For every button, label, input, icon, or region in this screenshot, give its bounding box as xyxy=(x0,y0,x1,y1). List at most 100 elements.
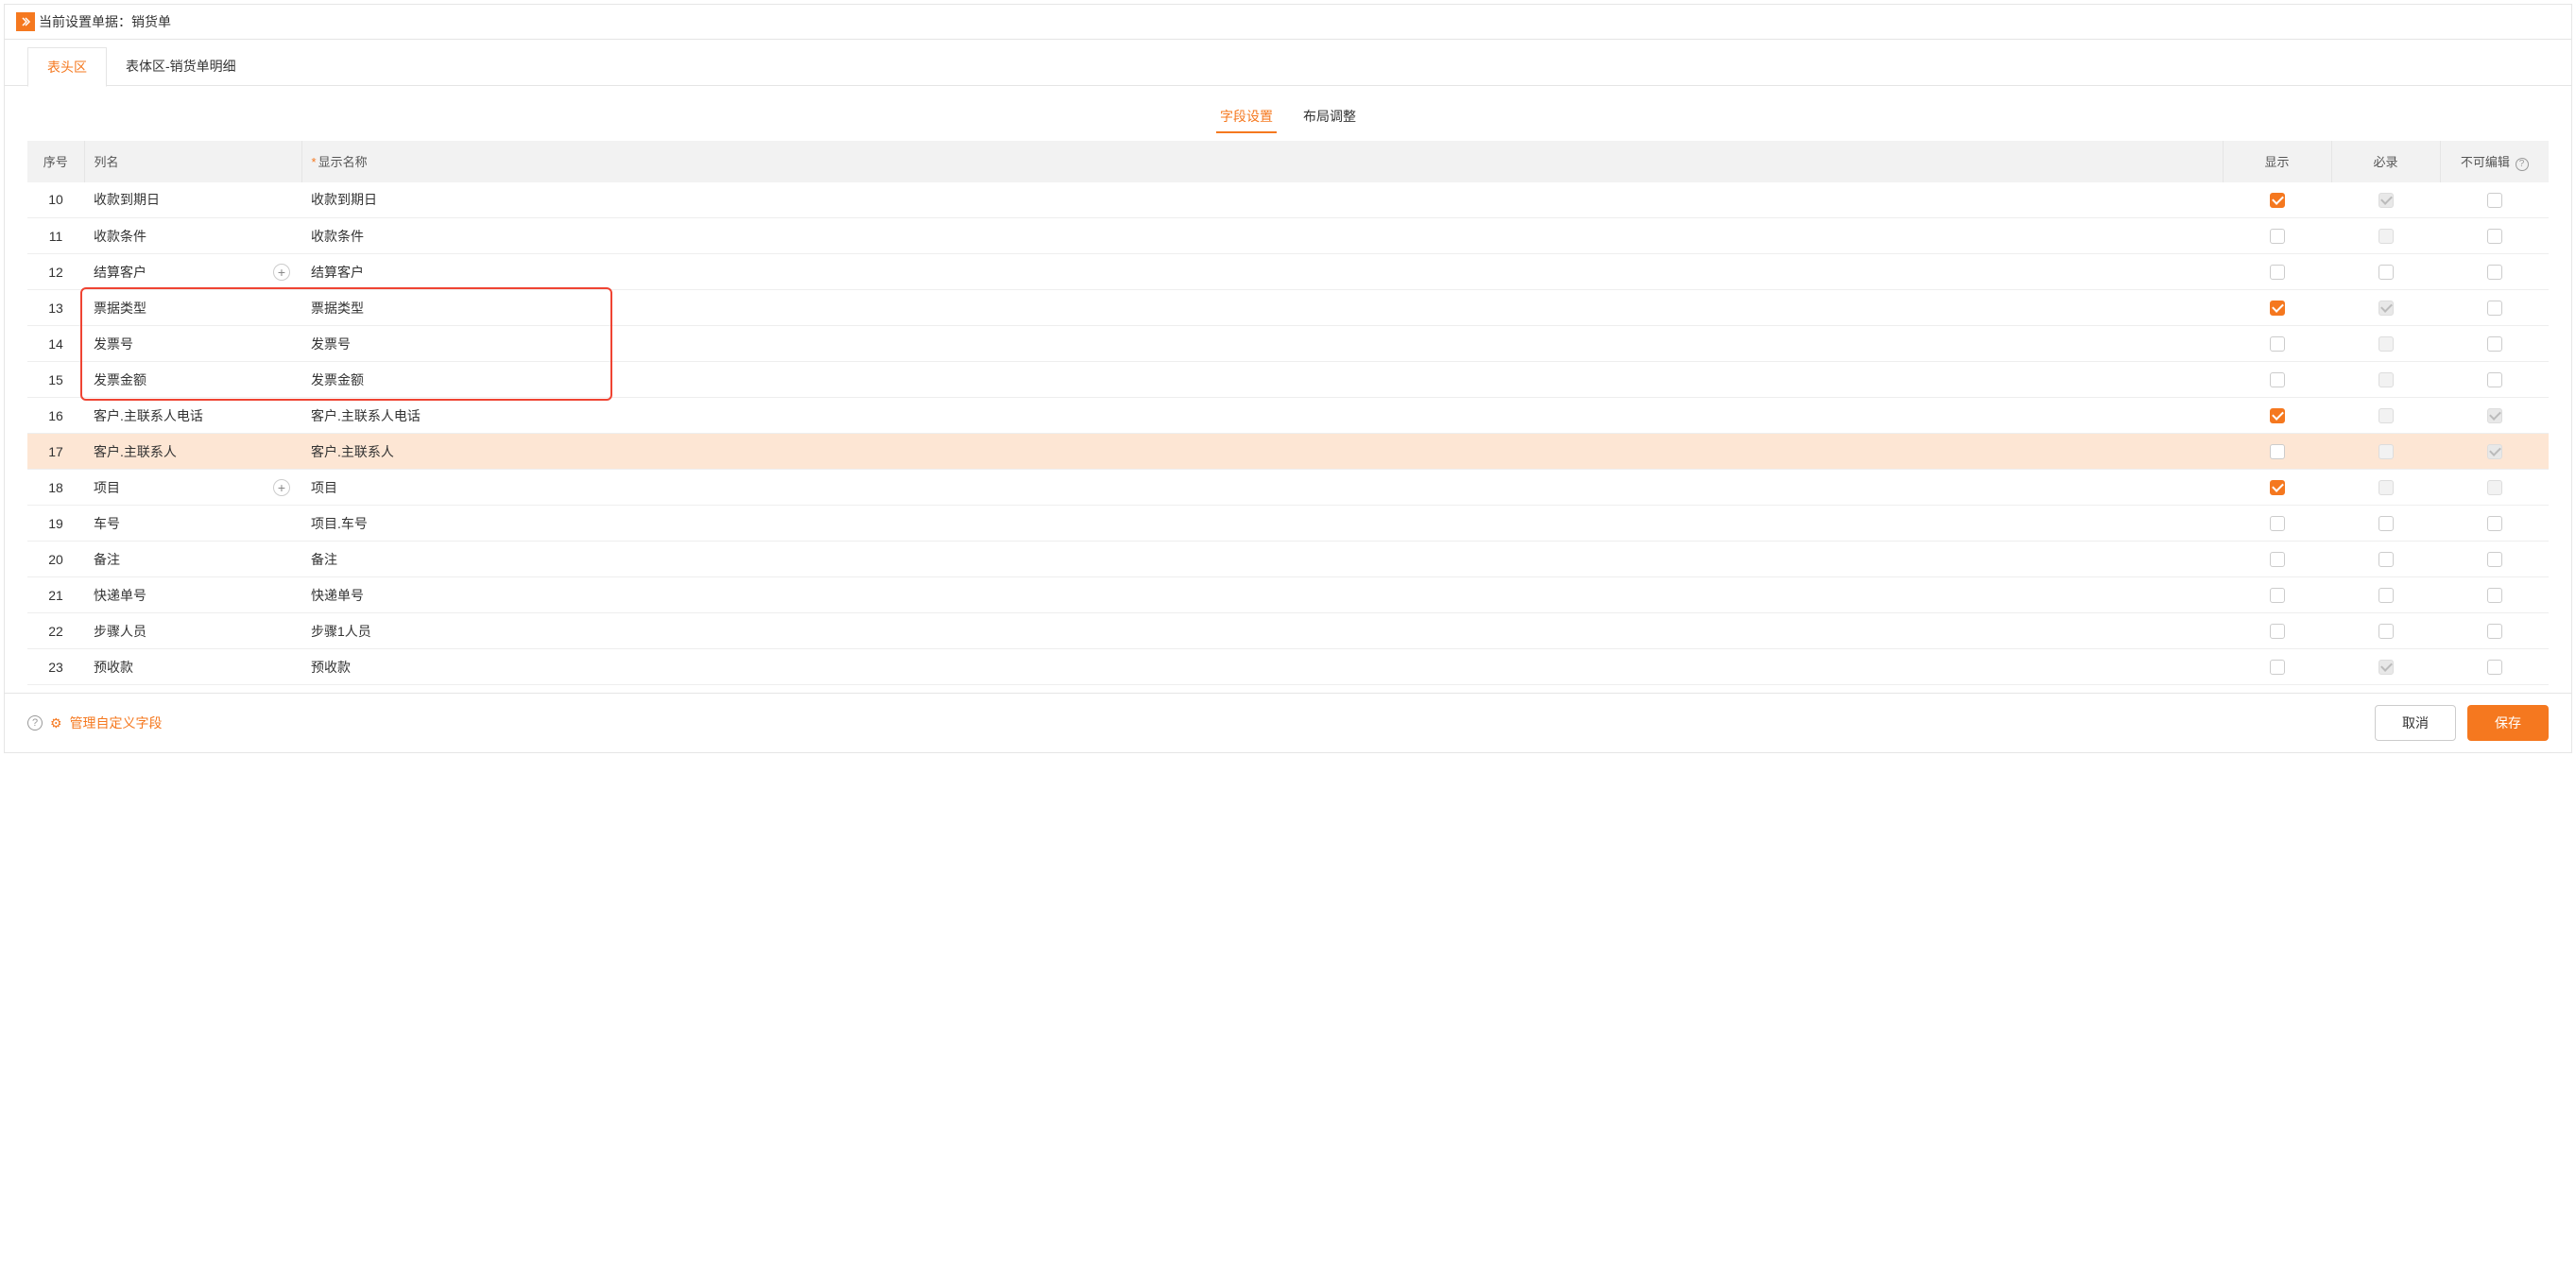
tab-0[interactable]: 表头区 xyxy=(27,47,107,87)
required-checkbox[interactable] xyxy=(2379,265,2394,280)
row-col-name: 收款条件 xyxy=(84,218,301,254)
help-icon[interactable]: ? xyxy=(2516,158,2529,171)
row-seq: 11 xyxy=(27,218,84,254)
save-button[interactable]: 保存 xyxy=(2467,705,2549,741)
not-editable-checkbox[interactable] xyxy=(2487,588,2502,603)
row-display-name[interactable]: 项目 xyxy=(301,470,2223,506)
show-checkbox[interactable] xyxy=(2270,516,2285,531)
show-checkbox[interactable] xyxy=(2270,660,2285,675)
required-checkbox xyxy=(2379,480,2394,495)
row-seq: 14 xyxy=(27,326,84,362)
expand-toggle-icon[interactable] xyxy=(16,12,35,31)
table-row: 15发票金额发票金额 xyxy=(27,362,2549,398)
row-seq: 19 xyxy=(27,506,84,541)
table-row: 23预收款预收款 xyxy=(27,649,2549,685)
row-col-name: 预收款 xyxy=(84,649,301,685)
show-checkbox[interactable] xyxy=(2270,229,2285,244)
show-checkbox[interactable] xyxy=(2270,408,2285,423)
row-col-name: 快递单号 xyxy=(84,577,301,613)
page-title: 当前设置单据：销货单 xyxy=(39,12,171,31)
plus-icon[interactable]: + xyxy=(273,479,290,496)
table-row: 16客户.主联系人电话客户.主联系人电话 xyxy=(27,398,2549,434)
row-seq: 18 xyxy=(27,470,84,506)
not-editable-checkbox[interactable] xyxy=(2487,660,2502,675)
not-editable-checkbox xyxy=(2487,408,2502,423)
required-checkbox[interactable] xyxy=(2379,516,2394,531)
row-col-name: 票据类型 xyxy=(84,290,301,326)
row-display-name[interactable]: 项目.车号 xyxy=(301,506,2223,541)
row-display-name[interactable]: 发票号 xyxy=(301,326,2223,362)
sub-tabs: 字段设置布局调整 xyxy=(5,86,2571,141)
row-display-name[interactable]: 步骤1人员 xyxy=(301,613,2223,649)
row-display-name[interactable]: 备注 xyxy=(301,541,2223,577)
row-display-name[interactable]: 客户.主联系人电话 xyxy=(301,398,2223,434)
show-checkbox[interactable] xyxy=(2270,480,2285,495)
row-seq: 12 xyxy=(27,254,84,290)
not-editable-checkbox[interactable] xyxy=(2487,372,2502,387)
config-panel: 当前设置单据：销货单 表头区表体区-销货单明细 字段设置布局调整 序号 列名 *… xyxy=(4,4,2572,753)
row-col-name: 项目+ xyxy=(84,470,301,506)
gear-icon: ⚙ xyxy=(50,715,62,731)
row-display-name[interactable]: 发票金额 xyxy=(301,362,2223,398)
not-editable-checkbox[interactable] xyxy=(2487,301,2502,316)
table-row: 22步骤人员步骤1人员 xyxy=(27,613,2549,649)
row-display-name[interactable]: 快递单号 xyxy=(301,577,2223,613)
not-editable-checkbox[interactable] xyxy=(2487,265,2502,280)
table-row: 18项目+项目 xyxy=(27,470,2549,506)
show-checkbox[interactable] xyxy=(2270,552,2285,567)
header-bar: 当前设置单据：销货单 xyxy=(5,5,2571,40)
row-seq: 15 xyxy=(27,362,84,398)
row-seq: 21 xyxy=(27,577,84,613)
not-editable-checkbox[interactable] xyxy=(2487,336,2502,352)
not-editable-checkbox[interactable] xyxy=(2487,552,2502,567)
row-display-name[interactable]: 收款到期日 xyxy=(301,182,2223,218)
row-col-name: 发票号 xyxy=(84,326,301,362)
plus-icon[interactable]: + xyxy=(273,264,290,281)
col-noteditable-header: 不可编辑 ? xyxy=(2440,141,2549,182)
cancel-button[interactable]: 取消 xyxy=(2375,705,2456,741)
sub-tab-1[interactable]: 布局调整 xyxy=(1299,101,1360,133)
show-checkbox[interactable] xyxy=(2270,588,2285,603)
show-checkbox[interactable] xyxy=(2270,265,2285,280)
row-display-name[interactable]: 收款条件 xyxy=(301,218,2223,254)
not-editable-checkbox[interactable] xyxy=(2487,229,2502,244)
show-checkbox[interactable] xyxy=(2270,624,2285,639)
help-icon[interactable]: ? xyxy=(27,715,43,731)
row-col-name: 客户.主联系人 xyxy=(84,434,301,470)
required-checkbox[interactable] xyxy=(2379,588,2394,603)
row-seq: 17 xyxy=(27,434,84,470)
table-wrapper: 序号 列名 *显示名称 显示 必录 不可编辑 ? 10收款到期日收款到期日11收… xyxy=(5,141,2571,693)
footer-right: 取消 保存 xyxy=(2375,705,2549,741)
not-editable-checkbox[interactable] xyxy=(2487,624,2502,639)
row-col-name: 步骤人员 xyxy=(84,613,301,649)
not-editable-checkbox[interactable] xyxy=(2487,193,2502,208)
required-checkbox xyxy=(2379,444,2394,459)
show-checkbox[interactable] xyxy=(2270,444,2285,459)
required-checkbox xyxy=(2379,336,2394,352)
col-required-header: 必录 xyxy=(2331,141,2440,182)
row-display-name[interactable]: 客户.主联系人 xyxy=(301,434,2223,470)
row-display-name[interactable]: 预收款 xyxy=(301,649,2223,685)
manage-custom-fields-link[interactable]: 管理自定义字段 xyxy=(70,713,163,732)
col-seq-header: 序号 xyxy=(27,141,84,182)
col-name-header: 列名 xyxy=(84,141,301,182)
required-checkbox xyxy=(2379,408,2394,423)
sub-tab-0[interactable]: 字段设置 xyxy=(1216,101,1277,133)
main-tabs: 表头区表体区-销货单明细 xyxy=(5,47,2571,86)
required-checkbox[interactable] xyxy=(2379,624,2394,639)
table-row: 10收款到期日收款到期日 xyxy=(27,182,2549,218)
show-checkbox[interactable] xyxy=(2270,372,2285,387)
not-editable-checkbox[interactable] xyxy=(2487,516,2502,531)
show-checkbox[interactable] xyxy=(2270,193,2285,208)
row-display-name[interactable]: 结算客户 xyxy=(301,254,2223,290)
required-checkbox xyxy=(2379,229,2394,244)
show-checkbox[interactable] xyxy=(2270,336,2285,352)
tab-1[interactable]: 表体区-销货单明细 xyxy=(107,47,255,86)
table-row: 13票据类型票据类型 xyxy=(27,290,2549,326)
required-checkbox xyxy=(2379,193,2394,208)
row-display-name[interactable]: 票据类型 xyxy=(301,290,2223,326)
required-checkbox[interactable] xyxy=(2379,552,2394,567)
show-checkbox[interactable] xyxy=(2270,301,2285,316)
row-col-name: 备注 xyxy=(84,541,301,577)
row-col-name: 发票金额 xyxy=(84,362,301,398)
